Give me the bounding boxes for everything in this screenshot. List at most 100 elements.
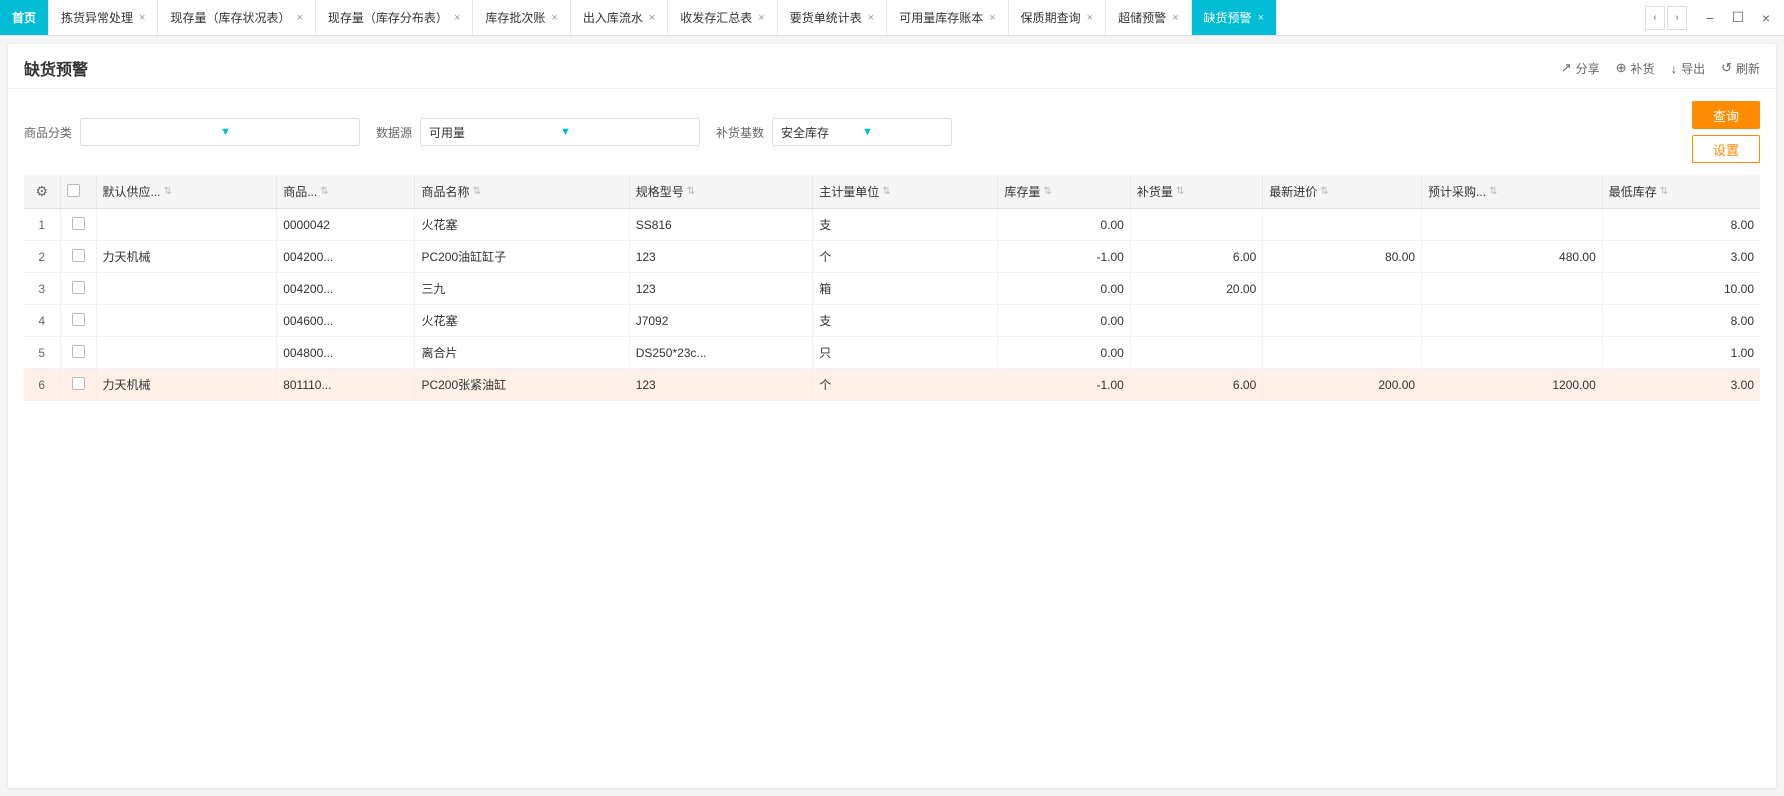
row-spec-1: 123 — [629, 241, 813, 273]
replenish-basis-value: 安全库存 — [781, 124, 862, 141]
row-checkbox-2[interactable] — [60, 273, 96, 305]
nav-tab-label-3: 现存量（库存分布表） — [328, 9, 448, 26]
row-cb-1[interactable] — [72, 249, 85, 262]
row-checkbox-3[interactable] — [60, 305, 96, 337]
nav-tab-label-10: 超储预警 — [1118, 9, 1166, 26]
row-cb-3[interactable] — [72, 313, 85, 326]
row-checkbox-1[interactable] — [60, 241, 96, 273]
row-est-4 — [1422, 337, 1603, 369]
nav-next-arrow[interactable]: › — [1667, 6, 1687, 30]
row-stock-5: -1.00 — [998, 369, 1130, 401]
replenish-basis-filter-group: 补货基数 安全库存 ▼ — [716, 118, 952, 146]
nav-tab-4[interactable]: 库存批次账× — [473, 0, 570, 36]
sort-icon-min[interactable]: ⇅ — [1660, 186, 1668, 197]
export-icon: ↓ — [1671, 61, 1678, 76]
nav-tab-close-2[interactable]: × — [296, 12, 302, 24]
settings-button[interactable]: 设置 — [1692, 135, 1760, 163]
gear-icon[interactable]: ⚙ — [35, 183, 48, 200]
nav-tab-0[interactable]: 首页 — [0, 0, 49, 36]
filter-bar: 商品分类 ▼ 数据源 可用量 ▼ 补货基数 安全库存 ▼ — [8, 89, 1776, 175]
th-unit: 主计量单位⇅ — [813, 175, 998, 209]
row-replenish-1: 6.00 — [1130, 241, 1262, 273]
nav-tab-label-7: 要货单统计表 — [790, 9, 862, 26]
row-checkbox-4[interactable] — [60, 337, 96, 369]
row-num-4: 5 — [24, 337, 60, 369]
nav-tab-close-3[interactable]: × — [454, 12, 460, 24]
sort-icon-unit[interactable]: ⇅ — [882, 186, 890, 197]
nav-tab-label-6: 收发存汇总表 — [680, 9, 752, 26]
nav-tab-7[interactable]: 要货单统计表 × — [778, 0, 887, 36]
window-minimize-btn[interactable]: − — [1700, 8, 1720, 28]
row-replenish-2: 20.00 — [1130, 273, 1262, 305]
row-cb-4[interactable] — [72, 345, 85, 358]
nav-tab-close-7[interactable]: × — [868, 12, 874, 24]
nav-tab-3[interactable]: 现存量（库存分布表） × — [316, 0, 473, 36]
row-code-3: 004600... — [277, 305, 415, 337]
nav-prev-arrow[interactable]: ‹ — [1645, 6, 1665, 30]
page-header: 缺货预警 ↗ 分享 ⊕ 补货 ↓ 导出 ↺ 刷新 — [8, 44, 1776, 89]
nav-tab-close-8[interactable]: × — [989, 12, 995, 24]
row-code-0: 0000042 — [277, 209, 415, 241]
table-row: 2 力天机械 004200... PC200油缸缸子 123 个 -1.00 6… — [24, 241, 1760, 273]
nav-tab-close-4[interactable]: × — [551, 12, 557, 24]
category-filter-group: 商品分类 ▼ — [24, 118, 360, 146]
nav-tab-2[interactable]: 现存量（库存状况表）× — [158, 0, 315, 36]
table-row: 1 0000042 火花塞 SS816 支 0.00 8.00 — [24, 209, 1760, 241]
th-checkbox — [60, 175, 96, 209]
row-code-4: 004800... — [277, 337, 415, 369]
sort-icon-stock[interactable]: ⇅ — [1043, 186, 1051, 197]
nav-tab-1[interactable]: 拣货异常处理× — [49, 0, 158, 36]
nav-tab-close-6[interactable]: × — [758, 12, 764, 24]
row-cb-2[interactable] — [72, 281, 85, 294]
sort-icon-est[interactable]: ⇅ — [1489, 186, 1497, 197]
nav-tab-8[interactable]: 可用量库存账本× — [887, 0, 1008, 36]
category-select[interactable]: ▼ — [80, 118, 360, 146]
nav-tab-6[interactable]: 收发存汇总表 × — [668, 0, 777, 36]
nav-tab-10[interactable]: 超储预警 × — [1106, 0, 1191, 36]
table-header-row: ⚙ 默认供应...⇅ 商品...⇅ 商品名称⇅ — [24, 175, 1760, 209]
replenish-icon: ⊕ — [1616, 60, 1627, 76]
row-unit-1: 个 — [813, 241, 998, 273]
export-button[interactable]: ↓ 导出 — [1671, 60, 1706, 77]
sort-icon-name[interactable]: ⇅ — [472, 186, 480, 197]
row-supplier-4 — [96, 337, 277, 369]
nav-tab-close-5[interactable]: × — [649, 12, 655, 24]
sort-icon-supplier[interactable]: ⇅ — [164, 186, 172, 197]
row-checkbox-0[interactable] — [60, 209, 96, 241]
datasource-select[interactable]: 可用量 ▼ — [420, 118, 700, 146]
row-cb-0[interactable] — [72, 217, 85, 230]
nav-tab-label-5: 出入库流水 — [583, 9, 643, 26]
row-num-1: 2 — [24, 241, 60, 273]
row-code-1: 004200... — [277, 241, 415, 273]
query-button[interactable]: 查询 — [1692, 101, 1760, 129]
row-spec-4: DS250*23c... — [629, 337, 813, 369]
replenish-button[interactable]: ⊕ 补货 — [1616, 60, 1655, 77]
row-checkbox-5[interactable] — [60, 369, 96, 401]
nav-tab-11[interactable]: 缺货预警 × — [1192, 0, 1277, 36]
select-all-checkbox[interactable] — [67, 184, 80, 197]
nav-tab-close-10[interactable]: × — [1172, 12, 1178, 24]
row-spec-0: SS816 — [629, 209, 813, 241]
row-min-3: 8.00 — [1602, 305, 1760, 337]
replenish-basis-select[interactable]: 安全库存 ▼ — [772, 118, 952, 146]
share-button[interactable]: ↗ 分享 — [1561, 60, 1600, 77]
window-restore-btn[interactable]: ☐ — [1728, 8, 1748, 28]
row-replenish-5: 6.00 — [1130, 369, 1262, 401]
row-stock-3: 0.00 — [998, 305, 1130, 337]
sort-icon-replenish[interactable]: ⇅ — [1176, 186, 1184, 197]
sort-icon-price[interactable]: ⇅ — [1320, 186, 1328, 197]
row-code-2: 004200... — [277, 273, 415, 305]
row-name-4: 离合片 — [415, 337, 629, 369]
nav-tab-close-1[interactable]: × — [139, 12, 145, 24]
nav-tab-5[interactable]: 出入库流水 × — [571, 0, 668, 36]
row-cb-5[interactable] — [72, 377, 85, 390]
nav-tab-label-11: 缺货预警 — [1204, 9, 1252, 26]
refresh-button[interactable]: ↺ 刷新 — [1721, 60, 1760, 77]
sort-icon-spec[interactable]: ⇅ — [687, 186, 695, 197]
nav-tab-9[interactable]: 保质期查询× — [1009, 0, 1106, 36]
row-stock-2: 0.00 — [998, 273, 1130, 305]
window-close-btn[interactable]: × — [1756, 8, 1776, 28]
nav-tab-close-9[interactable]: × — [1087, 12, 1093, 24]
nav-tab-close-11[interactable]: × — [1258, 12, 1264, 24]
sort-icon-code[interactable]: ⇅ — [320, 186, 328, 197]
